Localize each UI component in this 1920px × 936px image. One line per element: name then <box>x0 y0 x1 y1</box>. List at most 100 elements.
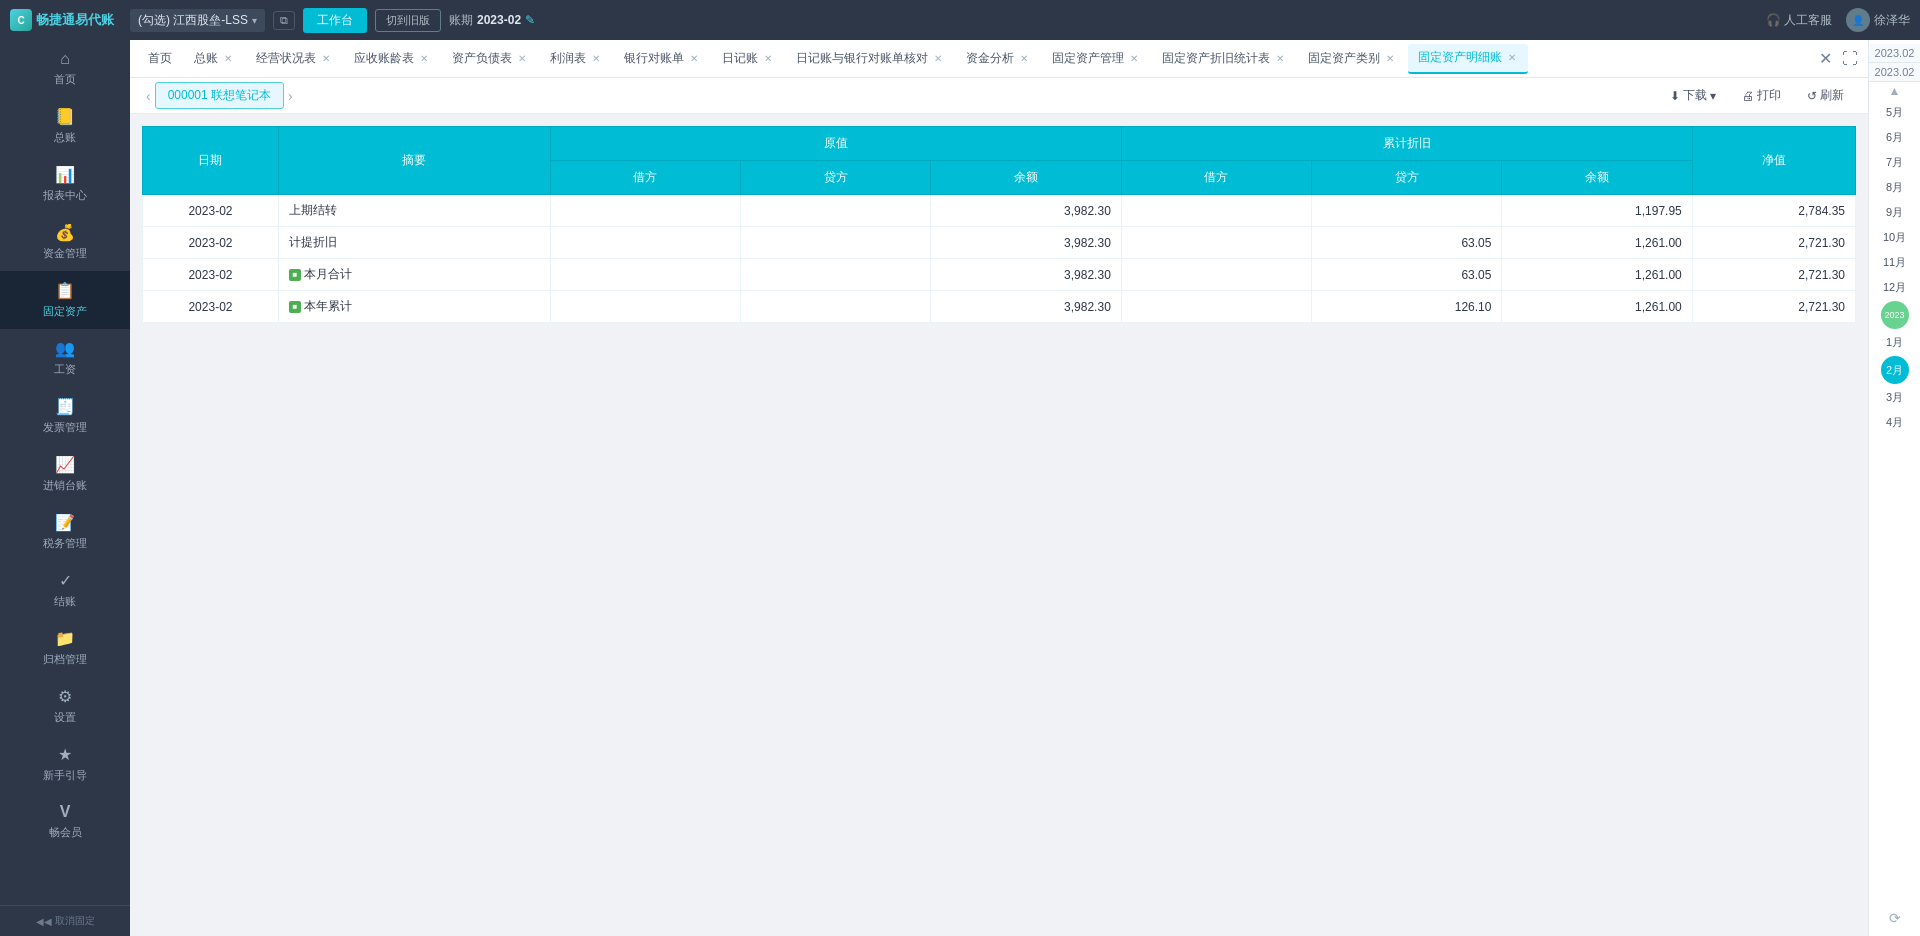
maximize-button[interactable]: ⛶ <box>1840 48 1860 70</box>
tab-fa-management[interactable]: 固定资产管理 ✕ <box>1042 44 1150 74</box>
cell-accum-debit <box>1121 291 1311 323</box>
sidebar-item-home[interactable]: ⌂ 首页 <box>0 40 130 97</box>
subtotal-label: ■本月合计 <box>289 266 352 283</box>
tab-bank[interactable]: 银行对账单 ✕ <box>614 44 710 74</box>
workbench-button[interactable]: 工作台 <box>303 8 367 33</box>
cell-date: 2023-02 <box>143 291 279 323</box>
cell-description: ■本年累计 <box>278 291 550 323</box>
tab-close-profit[interactable]: ✕ <box>590 53 602 65</box>
tab-receivable[interactable]: 应收账龄表 ✕ <box>344 44 440 74</box>
tab-close-capital-analysis[interactable]: ✕ <box>1018 53 1030 65</box>
sub-nav-actions: ⬇ 下载 ▾ 🖨 打印 ↺ 刷新 <box>1662 84 1852 107</box>
guide-icon: ★ <box>58 745 72 764</box>
service-button[interactable]: 🎧 人工客服 <box>1766 12 1832 29</box>
sub-tab-asset[interactable]: 000001 联想笔记本 <box>155 82 284 109</box>
tab-close-fa-detail[interactable]: ✕ <box>1506 52 1518 64</box>
tab-reconcile[interactable]: 日记账与银行对账单核对 ✕ <box>786 44 954 74</box>
cal-month-nov[interactable]: 11月 <box>1869 250 1920 275</box>
sidebar-item-settle[interactable]: ✓ 结账 <box>0 561 130 619</box>
sidebar-item-payroll[interactable]: 👥 工资 <box>0 329 130 387</box>
sidebar-item-archive[interactable]: 📁 归档管理 <box>0 619 130 677</box>
cal-month-dec[interactable]: 12月 <box>1869 275 1920 300</box>
download-button[interactable]: ⬇ 下载 ▾ <box>1662 84 1724 107</box>
sidebar-item-guide[interactable]: ★ 新手引导 <box>0 735 130 793</box>
topbar: C 畅捷通易代账 (勾选) 江西股垒-LSS ▾ ⧉ 工作台 切到旧版 账期 2… <box>0 0 1920 40</box>
tab-close-fa-management[interactable]: ✕ <box>1128 53 1140 65</box>
year-badge-2023: 2023 <box>1881 301 1909 329</box>
chevron-down-icon: ▾ <box>252 15 257 26</box>
print-button[interactable]: 🖨 打印 <box>1734 84 1789 107</box>
cal-month-aug[interactable]: 8月 <box>1869 175 1920 200</box>
refresh-button[interactable]: ↺ 刷新 <box>1799 84 1852 107</box>
tab-home[interactable]: 首页 <box>138 44 182 74</box>
tab-close-reconcile[interactable]: ✕ <box>932 53 944 65</box>
tab-close-receivable[interactable]: ✕ <box>418 53 430 65</box>
next-arrow[interactable]: › <box>288 88 293 104</box>
print-icon: 🖨 <box>1742 89 1754 103</box>
subtotal-icon: ■ <box>289 301 301 313</box>
cal-month-jan[interactable]: 1月 <box>1869 330 1920 355</box>
scroll-up-button[interactable]: ▲ <box>1887 82 1903 100</box>
tab-close-fa-depreciation[interactable]: ✕ <box>1274 53 1286 65</box>
cell-net-value: 2,721.30 <box>1692 291 1855 323</box>
sidebar-label-sales: 进销台账 <box>43 478 87 493</box>
tab-profit[interactable]: 利润表 ✕ <box>540 44 612 74</box>
cal-year-top-2[interactable]: 2023.02 <box>1869 63 1920 82</box>
sidebar-item-fixed-assets[interactable]: 📋 固定资产 <box>0 271 130 329</box>
content-area: 首页 总账 ✕ 经营状况表 ✕ 应收账龄表 ✕ 资产负债表 ✕ 利润表 ✕ <box>130 40 1868 936</box>
tab-operations[interactable]: 经营状况表 ✕ <box>246 44 342 74</box>
col-header-original: 原值 <box>550 127 1121 161</box>
sidebar-label-reports: 报表中心 <box>43 188 87 203</box>
cal-month-mar[interactable]: 3月 <box>1869 385 1920 410</box>
cell-orig-balance: 3,982.30 <box>931 259 1121 291</box>
tab-close-ledger[interactable]: ✕ <box>222 53 234 65</box>
tab-balance[interactable]: 资产负债表 ✕ <box>442 44 538 74</box>
period-edit-icon[interactable]: ✎ <box>525 13 535 27</box>
cell-accum-credit <box>1312 195 1502 227</box>
table-row: 2023-02 上期结转 3,982.30 1,197.95 2,784.35 <box>143 195 1856 227</box>
cal-month-jun[interactable]: 6月 <box>1869 125 1920 150</box>
settings-icon: ⚙ <box>58 687 72 706</box>
col-header-accum-debit: 借方 <box>1121 161 1311 195</box>
tab-close-balance[interactable]: ✕ <box>516 53 528 65</box>
sidebar-item-capital[interactable]: 💰 资金管理 <box>0 213 130 271</box>
cal-month-oct[interactable]: 10月 <box>1869 225 1920 250</box>
tab-capital-analysis[interactable]: 资金分析 ✕ <box>956 44 1040 74</box>
prev-arrow[interactable]: ‹ <box>146 88 151 104</box>
tab-fa-category[interactable]: 固定资产类别 ✕ <box>1298 44 1406 74</box>
tab-close-operations[interactable]: ✕ <box>320 53 332 65</box>
sidebar-item-reports[interactable]: 📊 报表中心 <box>0 155 130 213</box>
tab-close-fa-category[interactable]: ✕ <box>1384 53 1396 65</box>
user-area: 👤 徐泽华 <box>1846 8 1910 32</box>
copy-button[interactable]: ⧉ <box>273 11 295 30</box>
sidebar-item-ledger[interactable]: 📒 总账 <box>0 97 130 155</box>
main-layout: ⌂ 首页 📒 总账 📊 报表中心 💰 资金管理 📋 固定资产 👥 工资 🧾 发票… <box>0 40 1920 936</box>
tab-close-journal[interactable]: ✕ <box>762 53 774 65</box>
cal-month-apr[interactable]: 4月 <box>1869 410 1920 435</box>
sidebar-item-sales[interactable]: 📈 进销台账 <box>0 445 130 503</box>
sidebar-label-invoice: 发票管理 <box>43 420 87 435</box>
tab-close-bank[interactable]: ✕ <box>688 53 700 65</box>
cal-month-jul[interactable]: 7月 <box>1869 150 1920 175</box>
cell-accum-balance: 1,261.00 <box>1502 291 1692 323</box>
cell-description: ■本月合计 <box>278 259 550 291</box>
sidebar-item-tax[interactable]: 📝 税务管理 <box>0 503 130 561</box>
cal-month-sep[interactable]: 9月 <box>1869 200 1920 225</box>
cal-year-top-1[interactable]: 2023.02 <box>1869 44 1920 63</box>
tab-fa-depreciation[interactable]: 固定资产折旧统计表 ✕ <box>1152 44 1296 74</box>
sidebar-item-member[interactable]: V 畅会员 <box>0 793 130 850</box>
close-all-tabs-button[interactable]: ✕ <box>1817 47 1834 70</box>
old-version-button[interactable]: 切到旧版 <box>375 9 441 32</box>
cal-month-feb-active[interactable]: 2月 <box>1881 356 1909 384</box>
sidebar-item-settings[interactable]: ⚙ 设置 <box>0 677 130 735</box>
settle-icon: ✓ <box>59 571 72 590</box>
tab-fa-detail[interactable]: 固定资产明细账 ✕ <box>1408 44 1528 74</box>
cal-month-may[interactable]: 5月 <box>1869 100 1920 125</box>
panel-refresh-icon[interactable]: ⟳ <box>1889 910 1901 926</box>
sidebar-label-archive: 归档管理 <box>43 652 87 667</box>
sidebar-item-invoice[interactable]: 🧾 发票管理 <box>0 387 130 445</box>
tab-ledger[interactable]: 总账 ✕ <box>184 44 244 74</box>
cancel-fixed-button[interactable]: ◀◀ 取消固定 <box>0 905 130 936</box>
company-selector[interactable]: (勾选) 江西股垒-LSS ▾ <box>130 9 265 32</box>
tab-journal[interactable]: 日记账 ✕ <box>712 44 784 74</box>
